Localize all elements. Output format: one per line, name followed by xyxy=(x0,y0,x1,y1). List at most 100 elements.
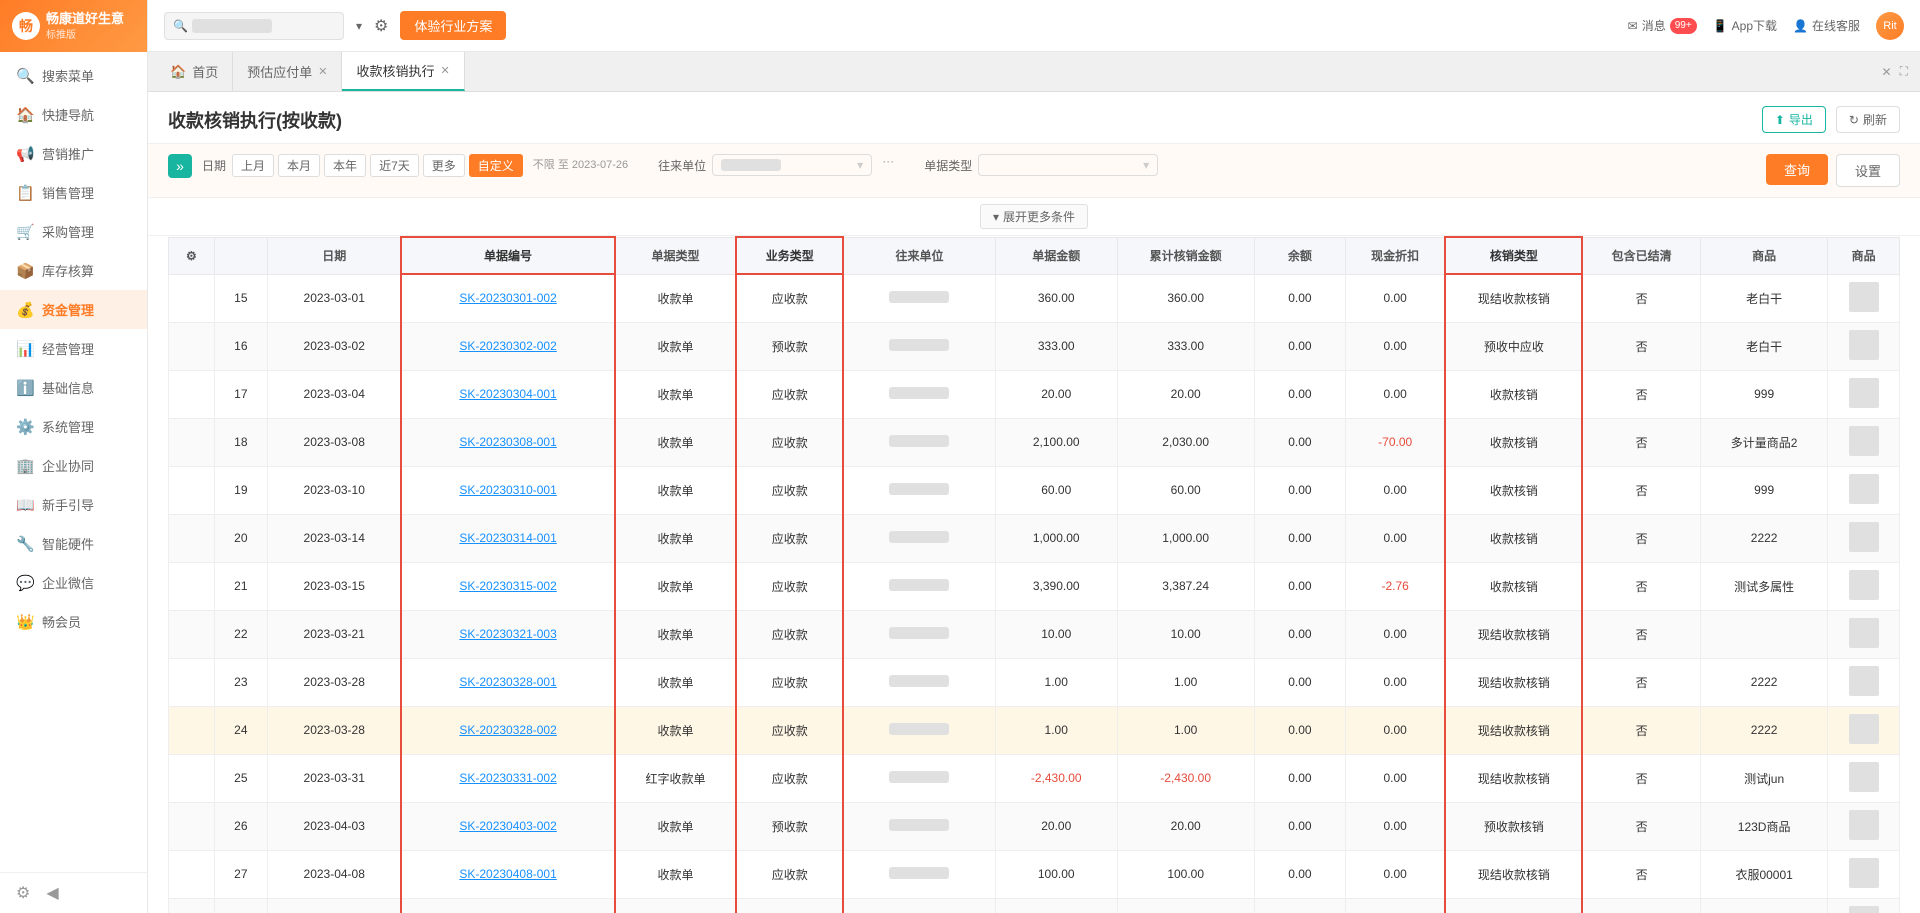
message-button[interactable]: ✉ 消息 99+ xyxy=(1628,17,1697,34)
td-billno[interactable]: SK-20230302-002 xyxy=(401,322,614,370)
operations-icon: 📊 xyxy=(16,340,34,358)
td-partner xyxy=(843,370,995,418)
sidebar-item-wechat[interactable]: 💬 企业微信 xyxy=(0,563,147,602)
th-partner: 往来单位 xyxy=(843,237,995,274)
sidebar-item-finance[interactable]: 💰 资金管理 xyxy=(0,290,147,329)
refresh-button[interactable]: ↻ 刷新 xyxy=(1836,106,1900,133)
industry-btn[interactable]: 体验行业方案 xyxy=(400,11,506,40)
app-download-button[interactable]: 📱 App下载 xyxy=(1713,17,1777,34)
sidebar-item-guide[interactable]: 📖 新手引导 xyxy=(0,485,147,524)
more-date-btn[interactable]: 更多 xyxy=(423,154,465,177)
td-includeclear: 否 xyxy=(1582,802,1700,850)
td-cumamount: 1.00 xyxy=(1117,658,1254,706)
td-goodsimg xyxy=(1828,754,1900,802)
topbar-search[interactable]: 🔍 xyxy=(164,12,344,40)
maximize-icon[interactable]: ⛶ xyxy=(1900,64,1908,79)
sidebar-item-system[interactable]: ⚙️ 系统管理 xyxy=(0,407,147,446)
td-settings xyxy=(169,610,215,658)
sidebar-item-operations[interactable]: 📊 经营管理 xyxy=(0,329,147,368)
inventory-icon: 📦 xyxy=(16,262,34,280)
sidebar-item-purchase[interactable]: 🛒 采购管理 xyxy=(0,212,147,251)
query-button[interactable]: 查询 xyxy=(1766,154,1828,185)
th-settings[interactable]: ⚙ xyxy=(169,237,215,274)
more-conditions[interactable]: ··· xyxy=(882,154,894,168)
home-tab-icon: 🏠 xyxy=(170,64,186,80)
last-7-days-btn[interactable]: 近7天 xyxy=(370,154,419,177)
table-row: 22 2023-03-21 SK-20230321-003 收款单 应收款 10… xyxy=(169,610,1900,658)
billtype-select[interactable]: ▾ xyxy=(978,154,1158,176)
td-balance: 0.00 xyxy=(1254,610,1345,658)
td-billno[interactable]: SK-20230418-001 xyxy=(401,898,614,913)
tab-prepay[interactable]: 预估应付单 ✕ xyxy=(233,52,342,91)
dropdown-chevron-icon[interactable]: ▾ xyxy=(356,19,362,33)
custom-date-btn[interactable]: 自定义 xyxy=(469,154,523,177)
td-billno[interactable]: SK-20230308-001 xyxy=(401,418,614,466)
sidebar-item-inventory[interactable]: 📦 库存核算 xyxy=(0,251,147,290)
settings-icon[interactable]: ⚙ xyxy=(16,883,30,903)
td-amount: 20.00 xyxy=(995,802,1117,850)
td-goodsimg xyxy=(1828,418,1900,466)
filter-toggle-button[interactable]: » xyxy=(168,154,192,178)
tab-verify[interactable]: 收款核销执行 ✕ xyxy=(342,52,464,91)
td-billno[interactable]: SK-20230315-002 xyxy=(401,562,614,610)
td-billno[interactable]: SK-20230328-002 xyxy=(401,706,614,754)
sidebar-item-basic[interactable]: ℹ️ 基础信息 xyxy=(0,368,147,407)
td-cumamount: 1.00 xyxy=(1117,706,1254,754)
table-row: 24 2023-03-28 SK-20230328-002 收款单 应收款 1.… xyxy=(169,706,1900,754)
td-settings xyxy=(169,898,215,913)
this-year-btn[interactable]: 本年 xyxy=(324,154,366,177)
td-goods: 测试多属性 xyxy=(1700,562,1827,610)
tab-home[interactable]: 🏠 首页 xyxy=(156,52,233,91)
th-cashdiscount: 现金折扣 xyxy=(1346,237,1446,274)
td-billno[interactable]: SK-20230331-002 xyxy=(401,754,614,802)
partner-label: 往来单位 xyxy=(658,157,706,174)
date-filter-label: 日期 xyxy=(202,157,226,174)
this-month-btn[interactable]: 本月 xyxy=(278,154,320,177)
td-billno[interactable]: SK-20230310-001 xyxy=(401,466,614,514)
partner-input[interactable]: ▾ xyxy=(712,154,872,176)
expand-more-button[interactable]: ▾ 展开更多条件 xyxy=(980,204,1088,229)
refresh-label: 刷新 xyxy=(1863,111,1887,128)
td-goodsimg xyxy=(1828,274,1900,322)
tab-prepay-close-icon[interactable]: ✕ xyxy=(318,65,327,78)
td-date: 2023-03-04 xyxy=(267,370,401,418)
td-amount: 100.00 xyxy=(995,898,1117,913)
td-billno[interactable]: SK-20230304-001 xyxy=(401,370,614,418)
export-button[interactable]: ⬆ 导出 xyxy=(1762,106,1826,133)
td-rownum: 25 xyxy=(214,754,267,802)
sidebar-item-corp[interactable]: 🏢 企业协同 xyxy=(0,446,147,485)
online-service-button[interactable]: 👤 在线客服 xyxy=(1793,17,1860,34)
sidebar-item-quicknav[interactable]: 🏠 快捷导航 xyxy=(0,95,147,134)
td-verifytype: 收款核销 xyxy=(1445,466,1582,514)
collapse-icon[interactable]: ◀ xyxy=(46,883,58,903)
last-month-btn[interactable]: 上月 xyxy=(232,154,274,177)
td-billno[interactable]: SK-20230403-002 xyxy=(401,802,614,850)
sidebar-item-marketing[interactable]: 📢 营销推广 xyxy=(0,134,147,173)
td-rownum: 21 xyxy=(214,562,267,610)
td-goodsimg xyxy=(1828,610,1900,658)
sidebar-item-member[interactable]: 👑 畅会员 xyxy=(0,602,147,641)
td-verifytype: 收款核销 xyxy=(1445,370,1582,418)
sidebar-item-hardware[interactable]: 🔧 智能硬件 xyxy=(0,524,147,563)
table-row: 15 2023-03-01 SK-20230301-002 收款单 应收款 36… xyxy=(169,274,1900,322)
sidebar-item-sales[interactable]: 📋 销售管理 xyxy=(0,173,147,212)
setting-button[interactable]: 设置 xyxy=(1836,154,1900,187)
td-goodsimg xyxy=(1828,706,1900,754)
td-billno[interactable]: SK-20230314-001 xyxy=(401,514,614,562)
td-billno[interactable]: SK-20230328-001 xyxy=(401,658,614,706)
td-balance: 0.00 xyxy=(1254,514,1345,562)
td-amount: 2,100.00 xyxy=(995,418,1117,466)
tab-verify-close-icon[interactable]: ✕ xyxy=(440,64,449,77)
partner-input-clear-icon: ▾ xyxy=(857,158,863,172)
td-date: 2023-03-15 xyxy=(267,562,401,610)
sidebar-item-search[interactable]: 🔍 搜索菜单 xyxy=(0,56,147,95)
td-billno[interactable]: SK-20230408-001 xyxy=(401,850,614,898)
close-window-icon[interactable]: ✕ xyxy=(1882,65,1892,79)
td-date: 2023-03-01 xyxy=(267,274,401,322)
td-cumamount: -2,430.00 xyxy=(1117,754,1254,802)
user-avatar[interactable]: Rit xyxy=(1876,12,1904,40)
td-billno[interactable]: SK-20230301-002 xyxy=(401,274,614,322)
more-dots: ··· xyxy=(882,154,894,168)
gear-icon[interactable]: ⚙ xyxy=(374,16,388,36)
td-billno[interactable]: SK-20230321-003 xyxy=(401,610,614,658)
